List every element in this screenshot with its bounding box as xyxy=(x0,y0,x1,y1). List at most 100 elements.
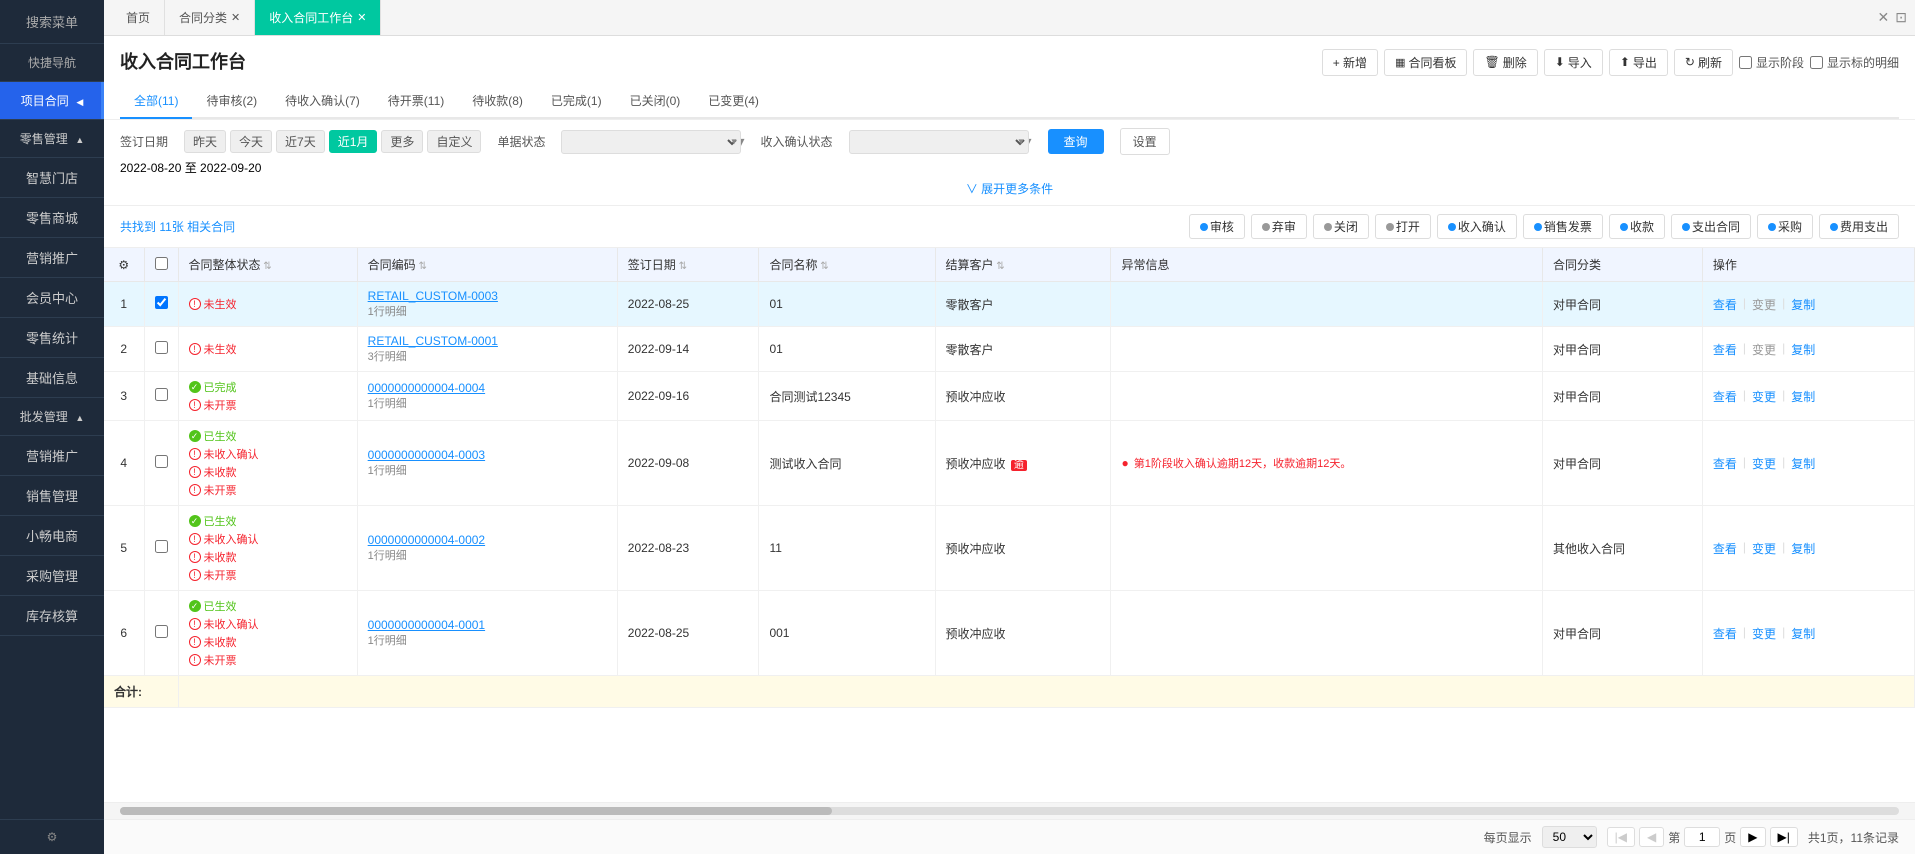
tab-income-workbench[interactable]: 收入合同工作台 ✕ xyxy=(255,0,381,35)
date-btn-today[interactable]: 今天 xyxy=(230,130,272,153)
status-tab-pending-payment[interactable]: 待收款(8) xyxy=(458,84,537,117)
op-copy[interactable]: 复制 xyxy=(1791,625,1815,642)
scrollbar-area[interactable] xyxy=(104,802,1915,819)
status-tab-closed[interactable]: 已关闭(0) xyxy=(616,84,695,117)
contract-code-link[interactable]: RETAIL_CUSTOM-0003 xyxy=(368,289,498,303)
page-first-btn[interactable]: |◀ xyxy=(1607,827,1635,847)
tab-home[interactable]: 首页 xyxy=(112,0,165,35)
income-confirm-select[interactable] xyxy=(849,130,1029,154)
date-btn-more[interactable]: 更多 xyxy=(381,130,423,153)
op-copy[interactable]: 复制 xyxy=(1791,341,1815,358)
sidebar-item-retail-mall[interactable]: 零售商城 xyxy=(0,198,104,238)
op-view[interactable]: 查看 xyxy=(1713,455,1737,472)
status-tab-completed[interactable]: 已完成(1) xyxy=(537,84,616,117)
show-stages-checkbox[interactable] xyxy=(1739,56,1752,69)
action-sales-invoice-btn[interactable]: 销售发票 xyxy=(1523,214,1603,239)
action-payment-btn[interactable]: 收款 xyxy=(1609,214,1665,239)
window-maximize-icon[interactable]: ⊡ xyxy=(1895,9,1907,26)
expand-filter-link[interactable]: ∨ 展开更多条件 xyxy=(966,182,1053,196)
delete-button[interactable]: 🗑 删除 xyxy=(1473,49,1537,76)
contract-code-link[interactable]: RETAIL_CUSTOM-0001 xyxy=(368,334,498,348)
show-stages-label[interactable]: 显示阶段 xyxy=(1739,54,1804,71)
action-income-confirm-btn[interactable]: 收入确认 xyxy=(1437,214,1517,239)
th-contract-code[interactable]: 合同编码 xyxy=(357,248,617,282)
sidebar-item-smart-store[interactable]: 智慧门店 xyxy=(0,158,104,198)
window-close-icon[interactable]: ✕ xyxy=(1878,9,1890,26)
tab-close-income-workbench[interactable]: ✕ xyxy=(357,11,366,24)
sidebar-item-basic-info[interactable]: 基础信息 xyxy=(0,358,104,398)
op-copy[interactable]: 复制 xyxy=(1791,455,1815,472)
row-checkbox[interactable] xyxy=(144,282,178,327)
th-contract-name[interactable]: 合同名称 xyxy=(759,248,935,282)
action-close-btn[interactable]: 关闭 xyxy=(1313,214,1369,239)
op-view[interactable]: 查看 xyxy=(1713,341,1737,358)
new-button[interactable]: + 新增 xyxy=(1322,49,1378,76)
sidebar-item-purchase[interactable]: 采购管理 xyxy=(0,556,104,596)
sidebar-item-marketing2[interactable]: 营销推广 xyxy=(0,436,104,476)
page-last-btn[interactable]: ▶| xyxy=(1770,827,1798,847)
sidebar-item-inventory[interactable]: 库存核算 xyxy=(0,596,104,636)
refresh-button[interactable]: ↻ 刷新 xyxy=(1674,49,1733,76)
th-gear[interactable]: ⚙ xyxy=(104,248,144,282)
tab-close-contract-category[interactable]: ✕ xyxy=(231,11,240,24)
query-button[interactable]: 查询 xyxy=(1048,129,1104,154)
select-all-checkbox[interactable] xyxy=(155,257,168,270)
th-checkbox[interactable] xyxy=(144,248,178,282)
date-btn-custom[interactable]: 自定义 xyxy=(427,130,481,153)
op-view[interactable]: 查看 xyxy=(1713,540,1737,557)
status-tab-changed[interactable]: 已变更(4) xyxy=(694,84,773,117)
export-button[interactable]: ⬆ 导出 xyxy=(1609,49,1668,76)
page-prev-btn[interactable]: ◀ xyxy=(1639,827,1664,847)
sidebar-item-member[interactable]: 会员中心 xyxy=(0,278,104,318)
status-tab-pending-income[interactable]: 待收入确认(7) xyxy=(271,84,374,117)
date-btn-yesterday[interactable]: 昨天 xyxy=(184,130,226,153)
contract-code-link[interactable]: 0000000000004-0001 xyxy=(368,618,485,632)
import-button[interactable]: ⬇ 导入 xyxy=(1544,49,1603,76)
page-input[interactable] xyxy=(1684,827,1720,847)
op-edit[interactable]: 变更 xyxy=(1752,625,1776,642)
page-size-select[interactable]: 50 10 20 100 xyxy=(1542,826,1597,848)
op-view[interactable]: 查看 xyxy=(1713,388,1737,405)
sidebar-item-retail-stats[interactable]: 零售统计 xyxy=(0,318,104,358)
row-checkbox[interactable] xyxy=(144,506,178,591)
tab-contract-category[interactable]: 合同分类 ✕ xyxy=(165,0,255,35)
row-checkbox[interactable] xyxy=(144,327,178,372)
sidebar-item-ecom[interactable]: 小畅电商 xyxy=(0,516,104,556)
doc-status-select[interactable] xyxy=(561,130,741,154)
show-marks-checkbox[interactable] xyxy=(1810,56,1823,69)
sidebar-item-marketing[interactable]: 营销推广 xyxy=(0,238,104,278)
horizontal-scrollbar[interactable] xyxy=(120,807,832,815)
op-edit[interactable]: 变更 xyxy=(1752,388,1776,405)
page-next-btn[interactable]: ▶ xyxy=(1740,827,1765,847)
settings-button[interactable]: 设置 xyxy=(1120,128,1170,155)
sidebar-item-sales[interactable]: 销售管理 xyxy=(0,476,104,516)
op-view[interactable]: 查看 xyxy=(1713,296,1737,313)
kanban-button[interactable]: ▦ 合同看板 xyxy=(1384,49,1467,76)
action-abandon-btn[interactable]: 弃审 xyxy=(1251,214,1307,239)
status-tab-pending-invoice[interactable]: 待开票(11) xyxy=(374,84,458,117)
sidebar-settings-icon[interactable]: ⚙ xyxy=(0,819,104,854)
sidebar-item-project[interactable]: 项目合同 ◀ xyxy=(0,82,104,120)
row-checkbox[interactable] xyxy=(144,421,178,506)
sidebar-search[interactable]: 搜索菜单 xyxy=(0,0,104,44)
contract-code-link[interactable]: 0000000000004-0004 xyxy=(368,381,485,395)
th-sign-date[interactable]: 签订日期 xyxy=(617,248,759,282)
th-customer[interactable]: 结算客户 xyxy=(935,248,1111,282)
contract-code-link[interactable]: 0000000000004-0003 xyxy=(368,448,485,462)
show-marks-label[interactable]: 显示标的明细 xyxy=(1810,54,1899,71)
status-tab-pending-review[interactable]: 待审核(2) xyxy=(192,84,271,117)
sidebar-item-wholesale[interactable]: 批发管理 ▲ xyxy=(0,398,104,436)
row-checkbox[interactable] xyxy=(144,591,178,676)
status-tab-all[interactable]: 全部(11) xyxy=(120,84,192,119)
action-purchase-btn[interactable]: 采购 xyxy=(1757,214,1813,239)
date-btn-last1m[interactable]: 近1月 xyxy=(329,130,378,153)
op-edit[interactable]: 变更 xyxy=(1752,455,1776,472)
action-review-btn[interactable]: 审核 xyxy=(1189,214,1245,239)
action-expense-btn[interactable]: 费用支出 xyxy=(1819,214,1899,239)
th-overall-status[interactable]: 合同整体状态 xyxy=(178,248,357,282)
date-btn-last7[interactable]: 近7天 xyxy=(276,130,325,153)
sidebar-quick-nav[interactable]: 快捷导航 xyxy=(0,44,104,82)
op-edit[interactable]: 变更 xyxy=(1752,540,1776,557)
op-copy[interactable]: 复制 xyxy=(1791,540,1815,557)
op-copy[interactable]: 复制 xyxy=(1791,296,1815,313)
